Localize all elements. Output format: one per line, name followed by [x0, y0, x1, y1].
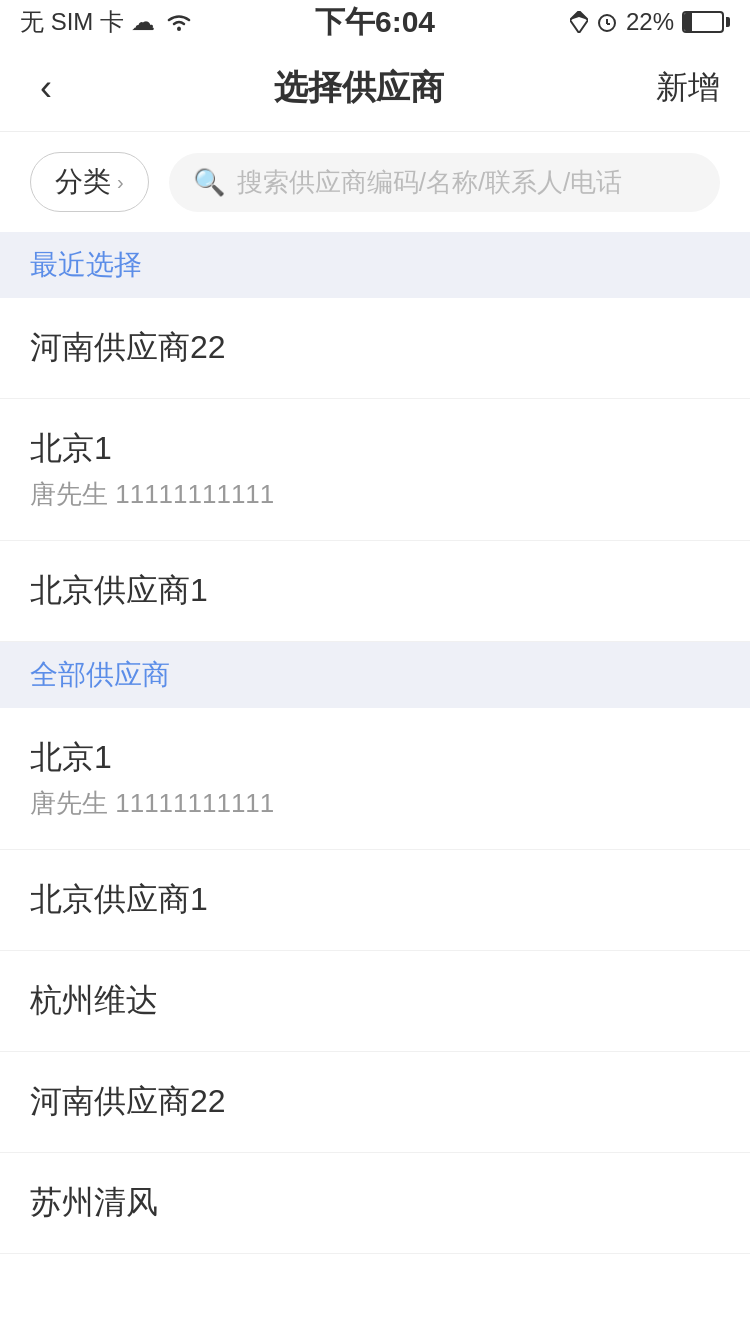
list-item[interactable]: 北京供应商1	[0, 541, 750, 642]
item-name: 北京1	[30, 736, 720, 780]
item-name: 苏州清风	[30, 1181, 720, 1225]
alarm-icon	[596, 11, 618, 33]
status-right: 22%	[570, 8, 730, 36]
sections-container: 最近选择河南供应商22 北京1 唐先生 11111111111 北京供应商1 全部供应商…	[0, 232, 750, 1254]
list-item[interactable]: 河南供应商22	[0, 1052, 750, 1153]
chevron-right-icon: ›	[117, 171, 124, 194]
list-item[interactable]: 苏州清风	[0, 1153, 750, 1254]
section-header-recent: 最近选择	[0, 232, 750, 298]
item-subtitle: 唐先生 11111111111	[30, 477, 720, 512]
wifi-icon	[165, 12, 193, 32]
back-button[interactable]: ‹	[30, 57, 62, 119]
add-button[interactable]: 新增	[656, 66, 720, 110]
nav-bar: ‹ 选择供应商 新增	[0, 44, 750, 132]
item-name: 北京供应商1	[30, 878, 720, 922]
search-placeholder: 搜索供应商编码/名称/联系人/电话	[237, 165, 696, 200]
status-time: 下午6:04	[315, 2, 435, 43]
list-item[interactable]: 北京供应商1	[0, 850, 750, 951]
section-header-all: 全部供应商	[0, 642, 750, 708]
item-name: 北京1	[30, 427, 720, 471]
list-item[interactable]: 北京1 唐先生 11111111111	[0, 399, 750, 541]
status-left: 无 SIM 卡 ☁	[20, 6, 193, 38]
svg-point-0	[177, 27, 181, 31]
list-item[interactable]: 北京1 唐先生 11111111111	[0, 708, 750, 850]
page-title: 选择供应商	[274, 65, 444, 111]
list-item[interactable]: 杭州维达	[0, 951, 750, 1052]
location-icon	[570, 11, 588, 33]
category-label: 分类	[55, 163, 111, 201]
search-box[interactable]: 🔍 搜索供应商编码/名称/联系人/电话	[169, 153, 720, 212]
no-sim-label: 无 SIM 卡 ☁	[20, 6, 155, 38]
list-item[interactable]: 河南供应商22	[0, 298, 750, 399]
search-icon: 🔍	[193, 167, 225, 198]
item-name: 河南供应商22	[30, 326, 720, 370]
battery-percentage: 22%	[626, 8, 674, 36]
filter-bar: 分类 › 🔍 搜索供应商编码/名称/联系人/电话	[0, 132, 750, 232]
item-subtitle: 唐先生 11111111111	[30, 786, 720, 821]
battery-icon	[682, 11, 730, 33]
item-name: 杭州维达	[30, 979, 720, 1023]
category-filter-button[interactable]: 分类 ›	[30, 152, 149, 212]
item-name: 河南供应商22	[30, 1080, 720, 1124]
item-name: 北京供应商1	[30, 569, 720, 613]
status-bar: 无 SIM 卡 ☁ 下午6:04 22%	[0, 0, 750, 44]
